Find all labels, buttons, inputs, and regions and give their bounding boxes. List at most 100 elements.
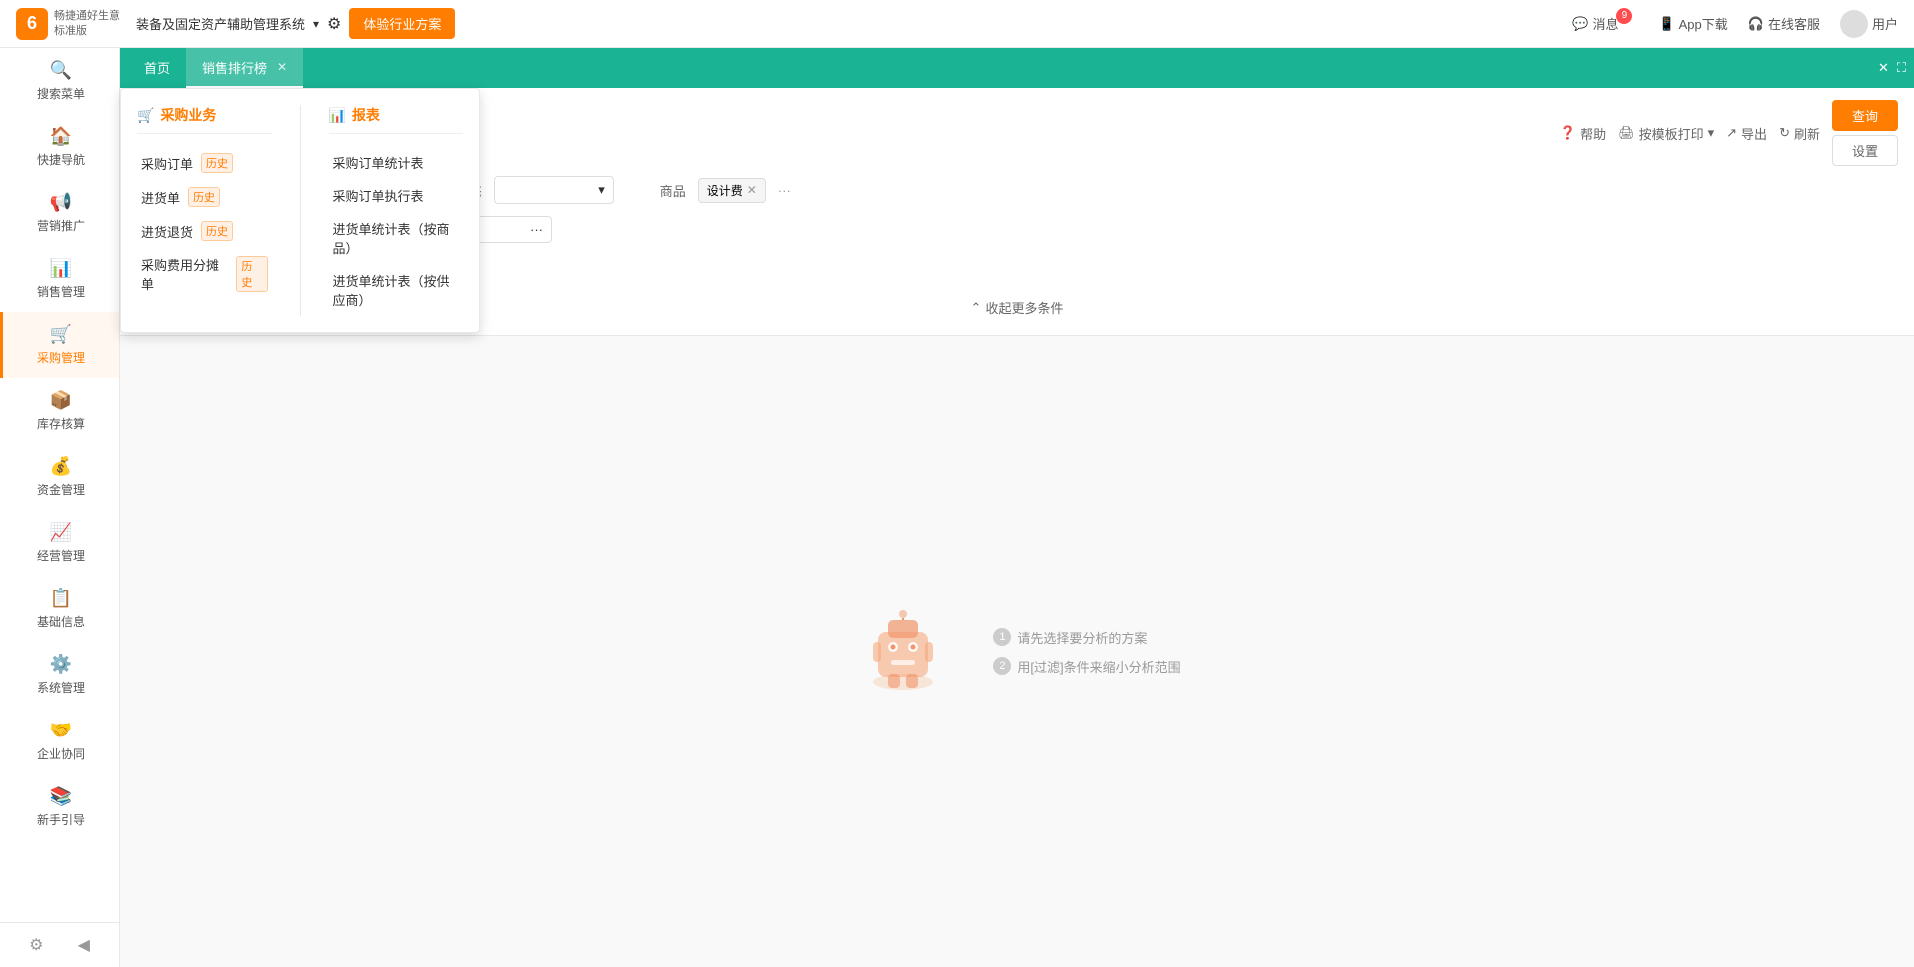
history-badge-2: 历史 [201, 221, 233, 241]
sidebar-item-system[interactable]: ⚙️ 系统管理 [0, 642, 119, 708]
sidebar-label-search: 搜索菜单 [37, 85, 85, 102]
print-btn[interactable]: 🖨 按模板打印 ▾ [1618, 124, 1714, 143]
export-btn[interactable]: ↗ 导出 [1726, 124, 1767, 143]
online-service-btn[interactable]: 🎧 在线客服 [1748, 14, 1820, 33]
reports-col-title: 📊 报表 [329, 105, 464, 134]
message-icon: 💬 [1572, 16, 1588, 32]
settings-bottom-icon[interactable]: ⚙ [29, 935, 43, 955]
topbar: 6 畅捷通好生意 标准版 装备及固定资产辅助管理系统 ▾ ⚙ 体验行业方案 💬 … [0, 0, 1914, 48]
empty-state: 1 请先选择要分析的方案 2 用[过滤]条件来缩小分析范围 [853, 602, 1180, 702]
help-icon: ❓ [1560, 125, 1576, 141]
collapse-sidebar-icon[interactable]: ◀ [78, 935, 90, 955]
sidebar-label-operations: 经营管理 [37, 547, 85, 564]
sidebar-label-system: 系统管理 [37, 679, 85, 696]
content-area: 1 请先选择要分析的方案 2 用[过滤]条件来缩小分析范围 [120, 336, 1914, 967]
dropdown-purchase-receipt[interactable]: 进货单 历史 [137, 180, 272, 214]
sidebar-item-sales[interactable]: 📊 销售管理 [0, 246, 119, 312]
tab-expand-icon[interactable]: ⛶ [1897, 60, 1906, 76]
sidebar-label-purchase: 采购管理 [37, 349, 85, 366]
dropdown-purchase-expense[interactable]: 采购费用分摊单 历史 [137, 248, 272, 300]
sales-icon: 📊 [50, 258, 72, 279]
marketing-icon: 📢 [50, 192, 72, 213]
message-btn[interactable]: 💬 消息 9 [1572, 14, 1638, 33]
export-icon: ↗ [1726, 125, 1737, 141]
tab-home[interactable]: 首页 [128, 48, 186, 88]
dropdown-report-receipt-by-supplier[interactable]: 进货单统计表（按供应商） [329, 264, 464, 316]
sidebar-item-enterprise[interactable]: 🤝 企业协同 [0, 708, 119, 774]
sidebar-item-basic[interactable]: 📋 基础信息 [0, 576, 119, 642]
purchase-col-title: 🛒 采购业务 [137, 105, 272, 134]
empty-hints: 1 请先选择要分析的方案 2 用[过滤]条件来缩小分析范围 [993, 628, 1180, 676]
refresh-btn[interactable]: ↻ 刷新 [1779, 124, 1820, 143]
system-chevron-icon[interactable]: ▾ [313, 17, 319, 31]
industry-btn[interactable]: 体验行业方案 [349, 8, 455, 39]
sidebar-label-basic: 基础信息 [37, 613, 85, 630]
hint-2: 2 用[过滤]条件来缩小分析范围 [993, 657, 1180, 676]
sidebar-label-finance: 资金管理 [37, 481, 85, 498]
dropdown-report-order-stat[interactable]: 采购订单统计表 [329, 146, 464, 179]
goods-tag-close-icon[interactable]: ✕ [747, 183, 757, 197]
sidebar-label-inventory: 库存核算 [37, 415, 85, 432]
purchase-col: 🛒 采购业务 采购订单 历史 进货单 历史 进货退货 历史 采购费用分摊单 历史 [137, 105, 272, 316]
refresh-icon: ↻ [1779, 125, 1790, 141]
tab-bar: 首页 销售排行榜 ✕ ✕ ⛶ [120, 48, 1914, 88]
dropdown-report-order-exec[interactable]: 采购订单执行表 [329, 179, 464, 212]
history-badge-1: 历史 [188, 187, 220, 207]
basic-icon: 📋 [50, 588, 72, 609]
dropdown-purchase-return[interactable]: 进货退货 历史 [137, 214, 272, 248]
hint-num-2: 2 [993, 657, 1011, 675]
topbar-right: 💬 消息 9 📱 App下载 🎧 在线客服 用户 [1572, 10, 1898, 38]
set-btn[interactable]: 设置 [1832, 135, 1898, 166]
doc-status-select[interactable]: ▾ [494, 176, 614, 204]
logo-text: 畅捷通好生意 标准版 [54, 9, 120, 38]
reports-col-icon: 📊 [329, 107, 346, 124]
goods-label: 商品 [626, 181, 686, 200]
help-btn[interactable]: ❓ 帮助 [1560, 124, 1606, 143]
dropdown-divider [300, 105, 301, 316]
enterprise-icon: 🤝 [50, 720, 72, 741]
user-btn[interactable]: 用户 [1840, 10, 1898, 38]
message-badge: 9 [1616, 8, 1632, 24]
sidebar-item-inventory[interactable]: 📦 库存核算 [0, 378, 119, 444]
purchase-col-icon: 🛒 [137, 107, 154, 124]
sidebar-item-operations[interactable]: 📈 经营管理 [0, 510, 119, 576]
salesperson-dots: ··· [530, 222, 543, 237]
tab-close-icon[interactable]: ✕ [277, 60, 287, 74]
logo-area: 6 畅捷通好生意 标准版 [16, 8, 136, 40]
tab-bar-right: ✕ ⛶ [1878, 60, 1906, 76]
goods-more-dots[interactable]: ··· [778, 183, 791, 198]
sidebar-label-guide: 新手引导 [37, 811, 85, 828]
search-icon: 🔍 [50, 60, 72, 81]
dropdown-report-receipt-by-goods[interactable]: 进货单统计表（按商品） [329, 212, 464, 264]
sidebar-item-quick[interactable]: 🏠 快捷导航 [0, 114, 119, 180]
avatar [1840, 10, 1868, 38]
tab-close-window-icon[interactable]: ✕ [1878, 60, 1889, 76]
headset-icon: 🎧 [1748, 16, 1764, 32]
sidebar-item-purchase[interactable]: 🛒 采购管理 [0, 312, 119, 378]
sidebar-item-marketing[interactable]: 📢 营销推广 [0, 180, 119, 246]
history-badge-3: 历史 [236, 256, 267, 292]
history-badge-0: 历史 [201, 153, 233, 173]
inventory-icon: 📦 [50, 390, 72, 411]
hint-1: 1 请先选择要分析的方案 [993, 628, 1180, 647]
print-chevron-icon[interactable]: ▾ [1708, 125, 1715, 141]
dropdown-purchase-order[interactable]: 采购订单 历史 [137, 146, 272, 180]
tab-sales-ranking[interactable]: 销售排行榜 ✕ [186, 48, 303, 88]
sidebar-label-enterprise: 企业协同 [37, 745, 85, 762]
sidebar: 🔍 搜索菜单 🏠 快捷导航 📢 营销推广 📊 销售管理 🛒 采购管理 📦 库存核… [0, 48, 120, 967]
purchase-icon: 🛒 [50, 324, 72, 345]
toolbar-right: ❓ 帮助 🖨 按模板打印 ▾ ↗ 导出 ↻ 刷新 [1560, 100, 1898, 166]
system-gear-icon[interactable]: ⚙ [327, 14, 341, 34]
reports-col: 📊 报表 采购订单统计表 采购订单执行表 进货单统计表（按商品） 进货单统计表（… [329, 105, 464, 316]
phone-icon: 📱 [1658, 16, 1674, 32]
sidebar-item-guide[interactable]: 📚 新手引导 [0, 774, 119, 840]
sidebar-item-finance[interactable]: 💰 资金管理 [0, 444, 119, 510]
app-download-btn[interactable]: 📱 App下载 [1658, 14, 1727, 33]
collapse-btn[interactable]: ⌃ 收起更多条件 [951, 292, 1084, 323]
sidebar-item-search[interactable]: 🔍 搜索菜单 [0, 48, 119, 114]
query-btn[interactable]: 查询 [1832, 100, 1898, 131]
hint-num-1: 1 [993, 628, 1011, 646]
sidebar-label-marketing: 营销推广 [37, 217, 85, 234]
system-name-label: 装备及固定资产辅助管理系统 [136, 14, 305, 33]
dropdown-columns: 🛒 采购业务 采购订单 历史 进货单 历史 进货退货 历史 采购费用分摊单 历史 [137, 105, 463, 316]
